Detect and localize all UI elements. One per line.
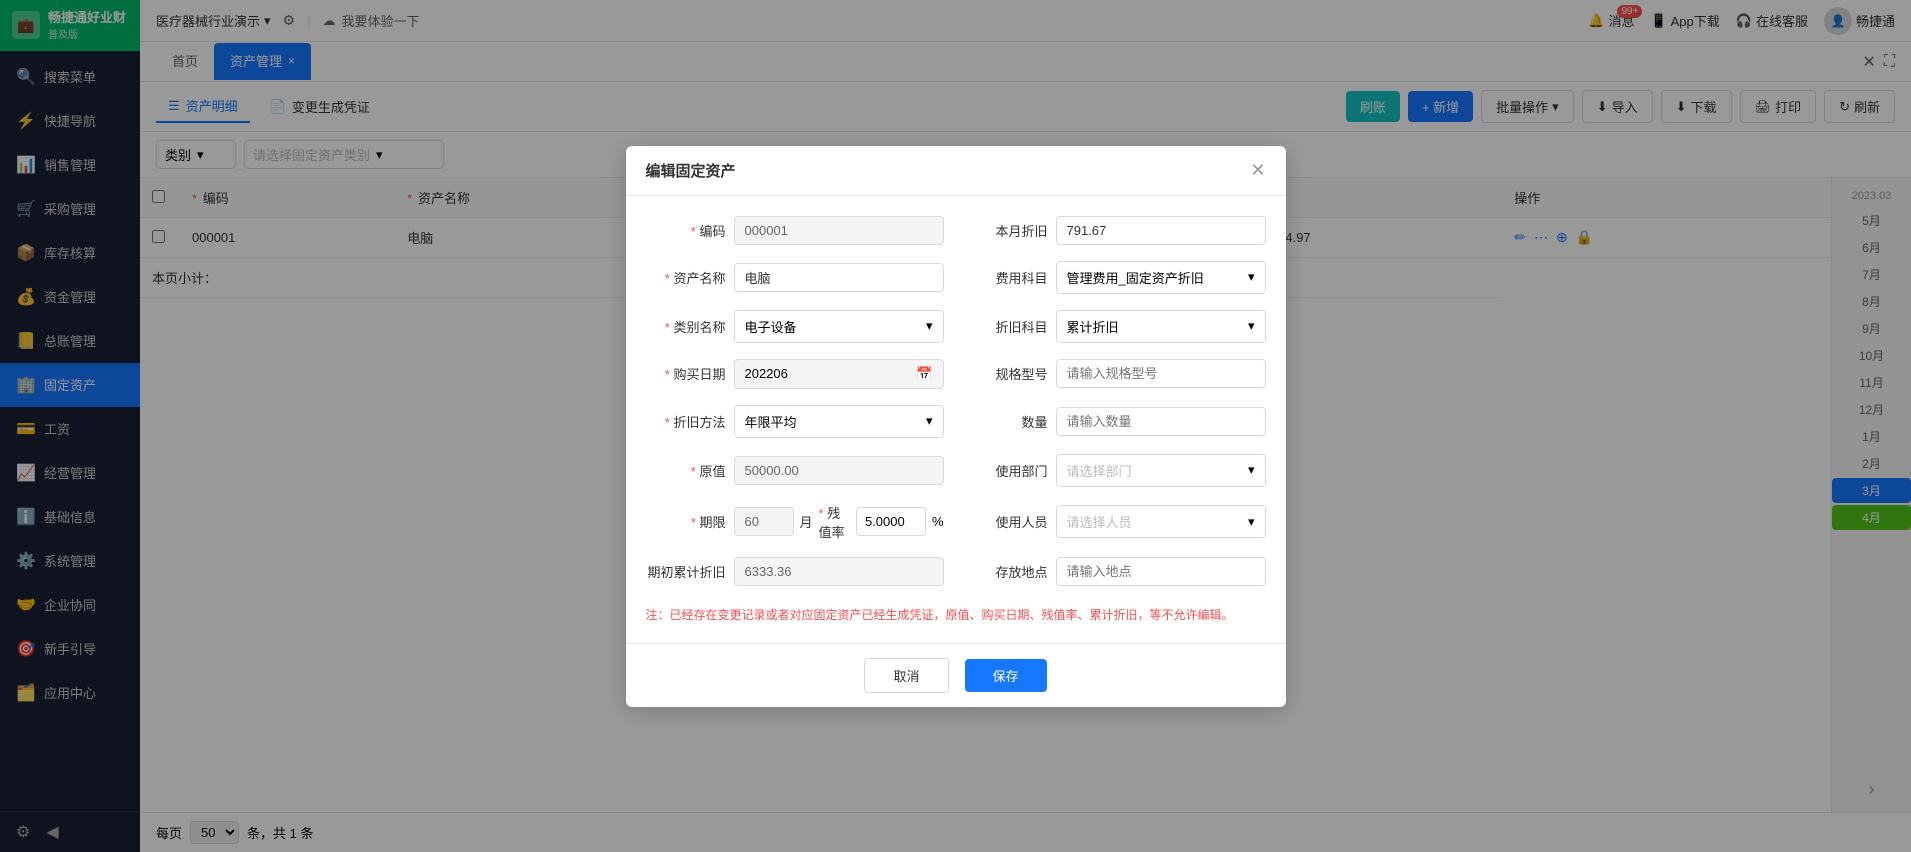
user-select[interactable]: 请选择人员 ▾	[1056, 505, 1266, 538]
depreciation-method-label: * 折旧方法	[646, 412, 726, 431]
category-select[interactable]: 电子设备 ▾	[734, 310, 944, 343]
category-row: * 类别名称 电子设备 ▾	[646, 310, 944, 343]
edit-asset-modal: 编辑固定资产 ✕ * 编码 本月折旧 * 资产名称	[626, 146, 1286, 707]
modal-note: 注：已经存在变更记录或者对应固定资产已经生成凭证，原值、购买日期、残值率、累计折…	[646, 602, 1266, 623]
original-value-input[interactable]	[734, 456, 944, 485]
original-value-row: * 原值	[646, 454, 944, 487]
calendar-icon: 📅	[916, 366, 932, 382]
category-name-label: * 类别名称	[646, 317, 726, 336]
purchase-date-label: * 购买日期	[646, 364, 726, 383]
location-input[interactable]	[1056, 557, 1266, 586]
original-value-label: * 原值	[646, 461, 726, 480]
depreciation-method-row: * 折旧方法 年限平均 ▾	[646, 405, 944, 438]
location-label: 存放地点	[968, 562, 1048, 581]
code-label: * 编码	[646, 221, 726, 240]
spec-input[interactable]	[1056, 359, 1266, 388]
code-row: * 编码	[646, 216, 944, 245]
location-row: 存放地点	[968, 557, 1266, 586]
modal-close-button[interactable]: ✕	[1250, 160, 1265, 181]
save-button[interactable]: 保存	[965, 659, 1047, 692]
monthly-depreciation-input[interactable]	[1056, 216, 1266, 245]
period-label: * 期限	[646, 512, 726, 531]
modal-title: 编辑固定资产	[646, 160, 736, 181]
residual-rate-input[interactable]	[856, 507, 926, 536]
expense-account-row: 费用科目 管理费用_固定资产折旧 ▾	[968, 261, 1266, 294]
initial-depreciation-input[interactable]	[734, 557, 944, 586]
purchase-date-value: 202206	[745, 366, 788, 381]
method-arrow: ▾	[926, 413, 933, 429]
residual-percent: %	[932, 514, 944, 529]
modal-body: * 编码 本月折旧 * 资产名称 费用科目	[626, 196, 1286, 643]
period-residual-inputs: 月 * 残值率 %	[734, 503, 944, 541]
quantity-row: 数量	[968, 405, 1266, 438]
category-value: 电子设备	[745, 317, 797, 336]
category-arrow: ▾	[926, 318, 933, 334]
quantity-input[interactable]	[1056, 407, 1266, 436]
depreciation-account-select[interactable]: 累计折旧 ▾	[1056, 310, 1266, 343]
department-row: 使用部门 请选择部门 ▾	[968, 454, 1266, 487]
period-unit: 月	[800, 512, 813, 531]
depreciation-account-label: 折旧科目	[968, 317, 1048, 336]
modal-overlay: 编辑固定资产 ✕ * 编码 本月折旧 * 资产名称	[0, 0, 1911, 852]
expense-account-select[interactable]: 管理费用_固定资产折旧 ▾	[1056, 261, 1266, 294]
user-placeholder: 请选择人员	[1067, 512, 1132, 531]
user-label: 使用人员	[968, 512, 1048, 531]
depreciation-account-arrow: ▾	[1248, 318, 1255, 334]
code-input[interactable]	[734, 216, 944, 245]
depreciation-account-row: 折旧科目 累计折旧 ▾	[968, 310, 1266, 343]
depreciation-method-value: 年限平均	[745, 412, 797, 431]
expense-account-label: 费用科目	[968, 268, 1048, 287]
asset-name-input[interactable]	[734, 263, 944, 292]
expense-account-arrow: ▾	[1248, 269, 1255, 285]
initial-depreciation-row: 期初累计折旧	[646, 557, 944, 586]
department-select[interactable]: 请选择部门 ▾	[1056, 454, 1266, 487]
modal-header: 编辑固定资产 ✕	[626, 146, 1286, 196]
department-label: 使用部门	[968, 461, 1048, 480]
modal-footer: 取消 保存	[626, 643, 1286, 707]
department-placeholder: 请选择部门	[1067, 461, 1132, 480]
asset-name-label: * 资产名称	[646, 268, 726, 287]
spec-row: 规格型号	[968, 359, 1266, 389]
quantity-label: 数量	[968, 412, 1048, 431]
user-row: 使用人员 请选择人员 ▾	[968, 503, 1266, 541]
cancel-button[interactable]: 取消	[864, 658, 948, 693]
department-arrow: ▾	[1248, 462, 1255, 478]
spec-label: 规格型号	[968, 364, 1048, 383]
monthly-depreciation-row: 本月折旧	[968, 216, 1266, 245]
monthly-depreciation-label: 本月折旧	[968, 221, 1048, 240]
period-residual-row: * 期限 月 * 残值率 %	[646, 503, 944, 541]
user-arrow: ▾	[1248, 514, 1255, 530]
depreciation-account-value: 累计折旧	[1067, 317, 1119, 336]
depreciation-method-select[interactable]: 年限平均 ▾	[734, 405, 944, 438]
period-input[interactable]	[734, 507, 794, 536]
expense-account-value: 管理费用_固定资产折旧	[1067, 268, 1204, 287]
purchase-date-row: * 购买日期 202206 📅	[646, 359, 944, 389]
residual-rate-label: * 残值率	[819, 503, 850, 541]
initial-depreciation-label: 期初累计折旧	[646, 562, 726, 581]
purchase-date-picker[interactable]: 202206 📅	[734, 359, 944, 389]
asset-name-row: * 资产名称	[646, 261, 944, 294]
